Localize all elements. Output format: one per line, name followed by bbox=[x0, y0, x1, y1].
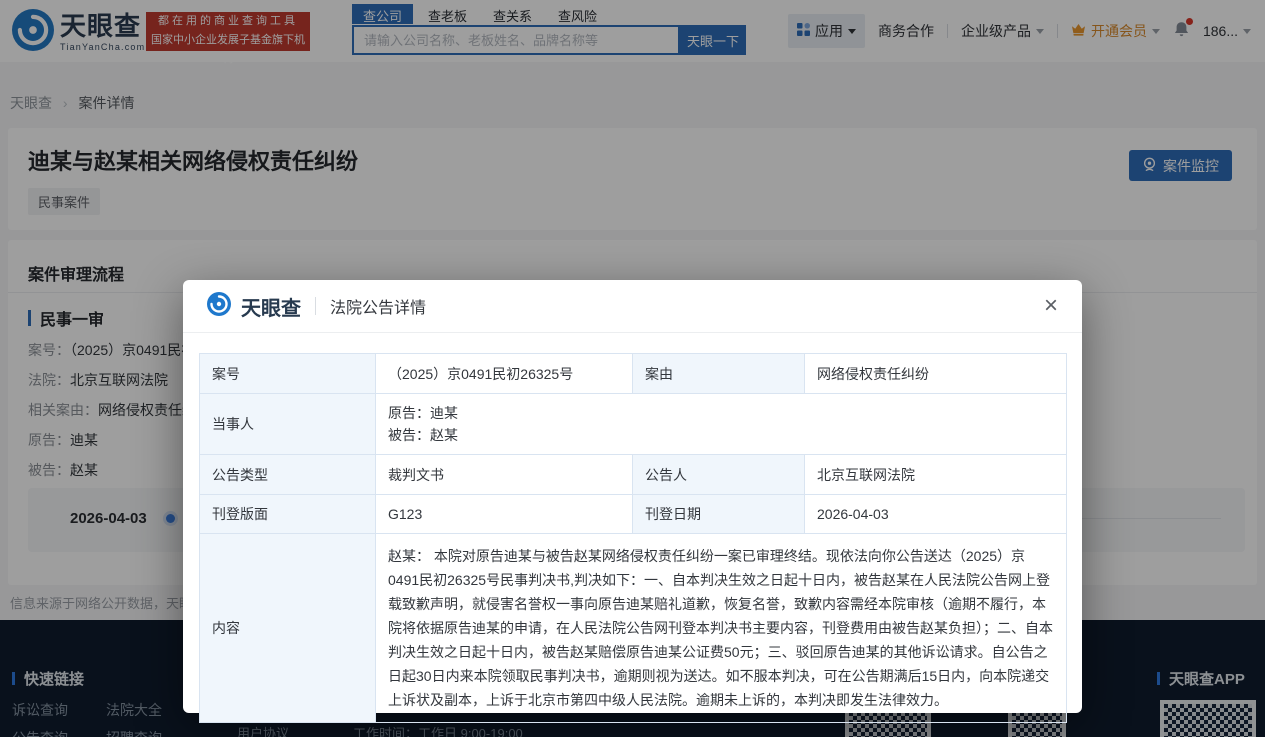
cause-label: 案由 bbox=[633, 354, 805, 394]
plaintiff-line: 原告：迪某 bbox=[388, 402, 1054, 424]
announcer-value: 北京互联网法院 bbox=[805, 455, 1067, 495]
content-label: 内容 bbox=[200, 534, 376, 723]
content-value: 赵某： 本院对原告迪某与被告赵某网络侵权责任纠纷一案已审理终结。现依法向你公告送… bbox=[376, 534, 1067, 723]
publication-page-label: 刊登版面 bbox=[200, 495, 376, 534]
page: 天眼查 TianYanCha.com 都在用的商业查询工具 国家中小企业发展子基… bbox=[0, 0, 1265, 737]
modal-header: 天眼查 法院公告详情 × bbox=[183, 280, 1082, 333]
tianyancha-logo-icon bbox=[207, 292, 231, 321]
table-row: 内容 赵某： 本院对原告迪某与被告赵某网络侵权责任纠纷一案已审理终结。现依法向你… bbox=[200, 534, 1067, 723]
modal-title: 法院公告详情 bbox=[330, 294, 426, 318]
announcement-type-value: 裁判文书 bbox=[376, 455, 633, 495]
case-no-value: （2025）京0491民初26325号 bbox=[376, 354, 633, 394]
table-row: 刊登版面 G123 刊登日期 2026-04-03 bbox=[200, 495, 1067, 534]
close-icon[interactable]: × bbox=[1044, 294, 1058, 318]
publication-date-label: 刊登日期 bbox=[633, 495, 805, 534]
announcer-label: 公告人 bbox=[633, 455, 805, 495]
defendant-line: 被告：赵某 bbox=[388, 424, 1054, 446]
announcement-type-label: 公告类型 bbox=[200, 455, 376, 495]
publication-page-value: G123 bbox=[376, 495, 633, 534]
modal-header-divider bbox=[315, 297, 316, 315]
table-row: 案号 （2025）京0491民初26325号 案由 网络侵权责任纠纷 bbox=[200, 354, 1067, 394]
parties-value: 原告：迪某 被告：赵某 bbox=[376, 394, 1067, 455]
parties-label: 当事人 bbox=[200, 394, 376, 455]
case-no-label: 案号 bbox=[200, 354, 376, 394]
table-row: 公告类型 裁判文书 公告人 北京互联网法院 bbox=[200, 455, 1067, 495]
cause-value: 网络侵权责任纠纷 bbox=[805, 354, 1067, 394]
court-announcement-modal: 天眼查 法院公告详情 × 案号 （2025）京0491民初26325号 案由 网… bbox=[183, 280, 1082, 713]
table-row: 当事人 原告：迪某 被告：赵某 bbox=[200, 394, 1067, 455]
announcement-detail-table: 案号 （2025）京0491民初26325号 案由 网络侵权责任纠纷 当事人 原… bbox=[199, 353, 1067, 723]
modal-logo-title: 天眼查 bbox=[241, 292, 301, 321]
publication-date-value: 2026-04-03 bbox=[805, 495, 1067, 534]
